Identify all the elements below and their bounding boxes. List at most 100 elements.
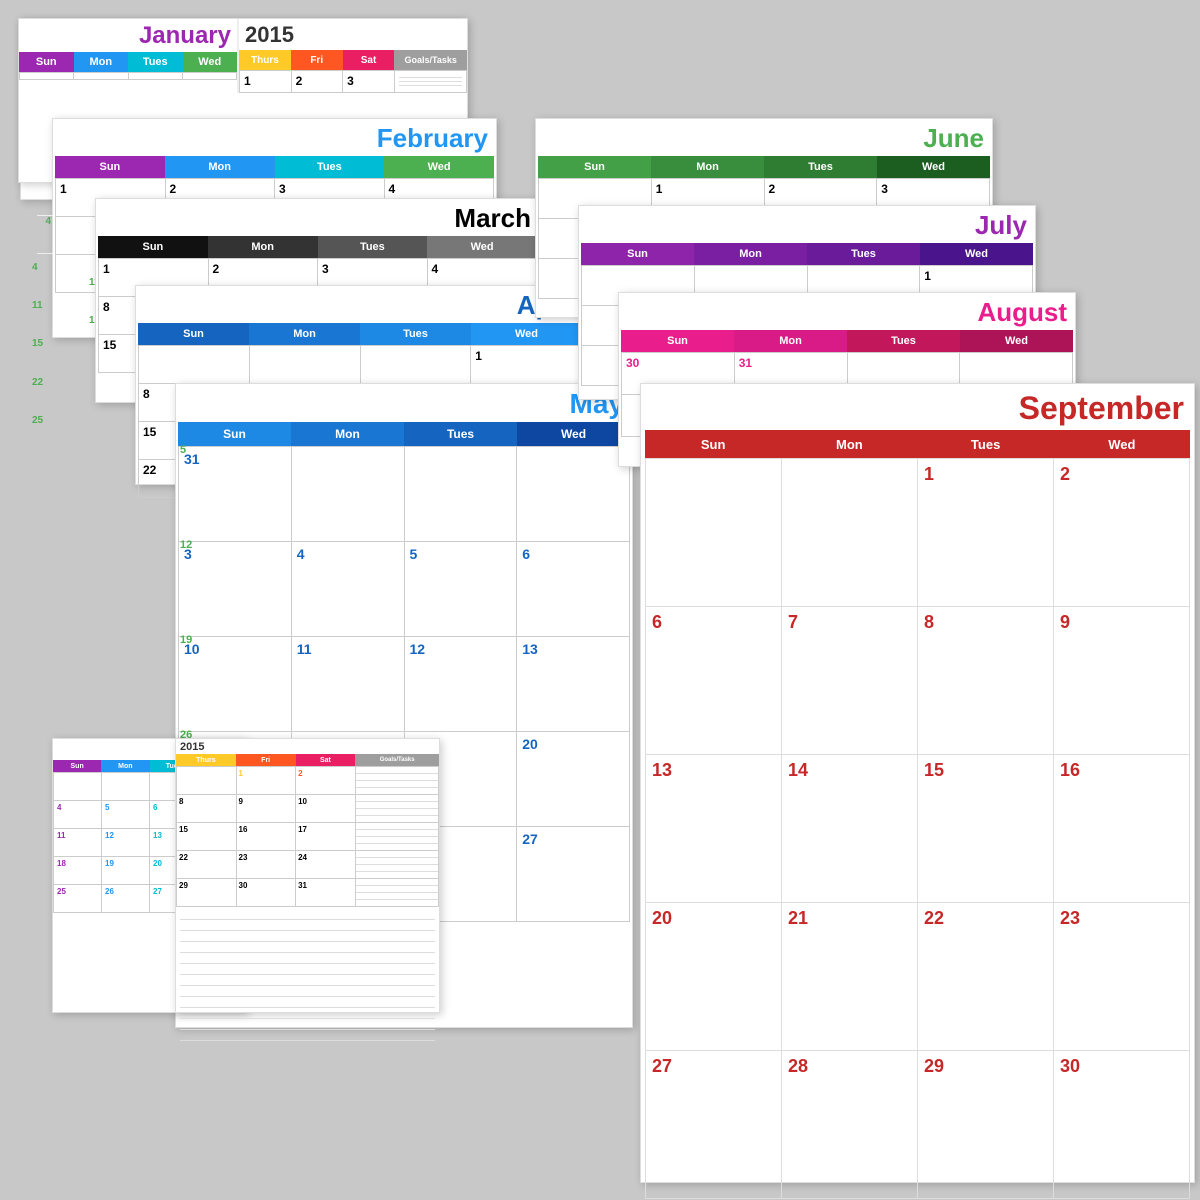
sep-d7: 7: [782, 607, 918, 755]
tr-d30: 30: [237, 879, 297, 907]
jan-wed: Wed: [183, 52, 238, 72]
sep-d22: 22: [918, 903, 1054, 1051]
sep-d2: 2: [1054, 459, 1190, 607]
thumb-goals-header: Goals/Tasks: [355, 754, 439, 766]
thumb-sat: Sat: [296, 754, 356, 766]
tr-d2: 2: [296, 767, 356, 795]
tr-d9: 9: [237, 795, 297, 823]
tr-goals2: [356, 795, 439, 823]
th-25: 25: [54, 885, 102, 913]
aug-title: August: [977, 297, 1067, 327]
thumb-year: 2015: [180, 741, 204, 753]
left-wn-11: 11: [32, 300, 43, 311]
jul-sun: Sun: [581, 243, 694, 265]
jul-tues: Tues: [807, 243, 920, 265]
th-11: 11: [54, 829, 102, 857]
sep-d14: 14: [782, 755, 918, 903]
feb-title: February: [377, 123, 488, 153]
may-wn12: 12: [180, 539, 192, 551]
feb-wed: Wed: [384, 156, 494, 178]
apr-mon: Mon: [249, 323, 360, 345]
sep-title: September: [1019, 390, 1184, 426]
may-e1: [292, 447, 405, 542]
sep-d15: 15: [918, 755, 1054, 903]
jan-cell-empty4: [183, 73, 237, 80]
th-19: 19: [102, 857, 150, 885]
tr-d22: 22: [177, 851, 237, 879]
tr-d24: 24: [296, 851, 356, 879]
jul-mon: Mon: [694, 243, 807, 265]
tr-d15: 15: [177, 823, 237, 851]
tr-d1: 1: [237, 767, 297, 795]
thumb-jan-mon: Mon: [101, 760, 149, 772]
jun-tues: Tues: [764, 156, 877, 178]
jan-sun: Sun: [19, 52, 74, 72]
tr-d17: 17: [296, 823, 356, 851]
left-wn-25: 25: [32, 415, 43, 426]
week-num-4: 4: [37, 216, 53, 254]
left-wn-4: 4: [32, 262, 38, 273]
may-d31: 31: [179, 447, 292, 542]
jan-tues: Tues: [128, 52, 183, 72]
may-wn5: 5: [180, 444, 186, 456]
tr-d23: 23: [237, 851, 297, 879]
th-5: 5: [102, 801, 150, 829]
week-num-1: [37, 178, 53, 216]
sep-d6: 6: [646, 607, 782, 755]
sep-d16: 16: [1054, 755, 1190, 903]
tr-goals3: [356, 823, 439, 851]
th-26: 26: [102, 885, 150, 913]
tr-d31: 31: [296, 879, 356, 907]
apr-sun: Sun: [138, 323, 249, 345]
sep-d1: 1: [918, 459, 1054, 607]
thumb-jan-sun: Sun: [53, 760, 101, 772]
sep-mon: Mon: [781, 430, 917, 458]
th-e2: [102, 773, 150, 801]
mar-mon: Mon: [208, 236, 318, 258]
sep-d30: 30: [1054, 1051, 1190, 1199]
th-4: 4: [54, 801, 102, 829]
sep-d28: 28: [782, 1051, 918, 1199]
may-d4: 4: [292, 542, 405, 637]
jun-title: June: [923, 123, 984, 153]
apr-empty2: [250, 346, 361, 384]
sep-wed: Wed: [1054, 430, 1190, 458]
may-tues: Tues: [404, 422, 517, 446]
th-18: 18: [54, 857, 102, 885]
sep-d23: 23: [1054, 903, 1190, 1051]
jan-cell-empty3: [129, 73, 183, 80]
may-e2: [405, 447, 518, 542]
tr-goals4: [356, 851, 439, 879]
sep-tues: Tues: [918, 430, 1054, 458]
thumb-thurs: Thurs: [176, 754, 236, 766]
jan-mon: Mon: [74, 52, 129, 72]
jan-d1: 1: [240, 71, 292, 93]
feb-tues: Tues: [275, 156, 385, 178]
tr-d16: 16: [237, 823, 297, 851]
th-12: 12: [102, 829, 150, 857]
may-d27: 27: [517, 827, 630, 922]
sep-d8: 8: [918, 607, 1054, 755]
may-d5: 5: [405, 542, 518, 637]
jul-wed: Wed: [920, 243, 1033, 265]
tr-goals5: [356, 879, 439, 907]
sep-e1: [646, 459, 782, 607]
jul-title: July: [975, 210, 1027, 240]
feb-sun: Sun: [55, 156, 165, 178]
aug-mon: Mon: [734, 330, 847, 352]
may-d11: 11: [292, 637, 405, 732]
may-d12: 12: [405, 637, 518, 732]
tr-goals1: [356, 767, 439, 795]
jan-cell-empty2: [74, 73, 128, 80]
aug-wed: Wed: [960, 330, 1073, 352]
may-d6: 6: [517, 542, 630, 637]
jan-goals-lines: [395, 71, 467, 93]
may-d3: 3: [179, 542, 292, 637]
may-d20: 20: [517, 732, 630, 827]
may-d13: 13: [517, 637, 630, 732]
sep-d13: 13: [646, 755, 782, 903]
aug-sun: Sun: [621, 330, 734, 352]
apr-empty1: [139, 346, 250, 384]
mar-wed: Wed: [427, 236, 537, 258]
jun-wed: Wed: [877, 156, 990, 178]
